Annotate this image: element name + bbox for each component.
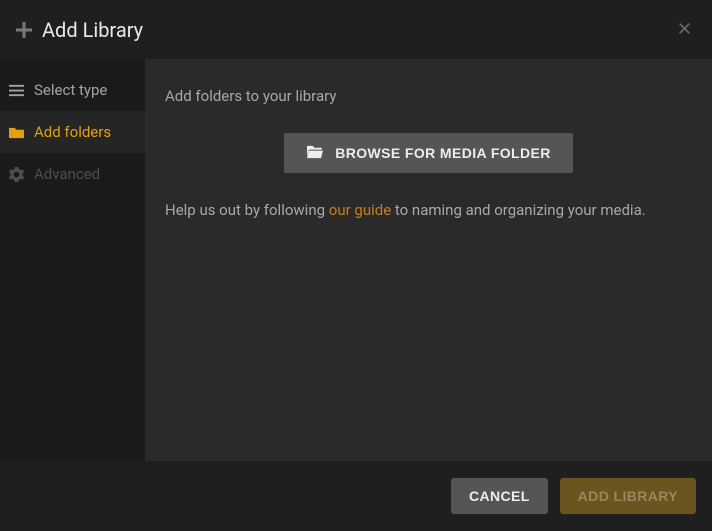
help-prefix: Help us out by following xyxy=(165,201,329,219)
sidebar-item-label: Add folders xyxy=(34,123,111,141)
browse-for-media-folder-button[interactable]: BROWSE FOR MEDIA FOLDER xyxy=(284,133,573,173)
main-content: Add folders to your library BROWSE FOR M… xyxy=(145,59,712,461)
our-guide-link[interactable]: our guide xyxy=(329,201,391,219)
instruction-text: Add folders to your library xyxy=(165,87,692,105)
add-library-button[interactable]: ADD LIBRARY xyxy=(560,478,696,514)
sidebar: Select type Add folders Advanced xyxy=(0,59,145,461)
dialog-footer: CANCEL ADD LIBRARY xyxy=(0,461,712,531)
sidebar-item-label: Advanced xyxy=(34,165,100,183)
sidebar-item-select-type[interactable]: Select type xyxy=(0,69,145,111)
sidebar-item-add-folders[interactable]: Add folders xyxy=(0,111,145,153)
plus-icon xyxy=(16,22,32,38)
dialog-title-wrap: Add Library xyxy=(16,18,143,42)
help-text: Help us out by following our guide to na… xyxy=(165,201,692,219)
sidebar-item-label: Select type xyxy=(34,81,107,99)
list-icon xyxy=(8,82,24,98)
dialog-title: Add Library xyxy=(42,18,143,42)
close-button[interactable] xyxy=(674,20,694,40)
gear-icon xyxy=(8,166,24,182)
folder-icon xyxy=(8,124,24,140)
cancel-button[interactable]: CANCEL xyxy=(451,478,548,514)
sidebar-item-advanced: Advanced xyxy=(0,153,145,195)
close-icon xyxy=(678,20,691,39)
help-suffix: to naming and organizing your media. xyxy=(391,201,646,219)
browse-button-label: BROWSE FOR MEDIA FOLDER xyxy=(335,145,551,161)
dialog-header: Add Library xyxy=(0,0,712,59)
browse-row: BROWSE FOR MEDIA FOLDER xyxy=(165,133,692,173)
folder-open-icon xyxy=(306,144,323,162)
dialog-body: Select type Add folders Advanced Add fol… xyxy=(0,59,712,461)
